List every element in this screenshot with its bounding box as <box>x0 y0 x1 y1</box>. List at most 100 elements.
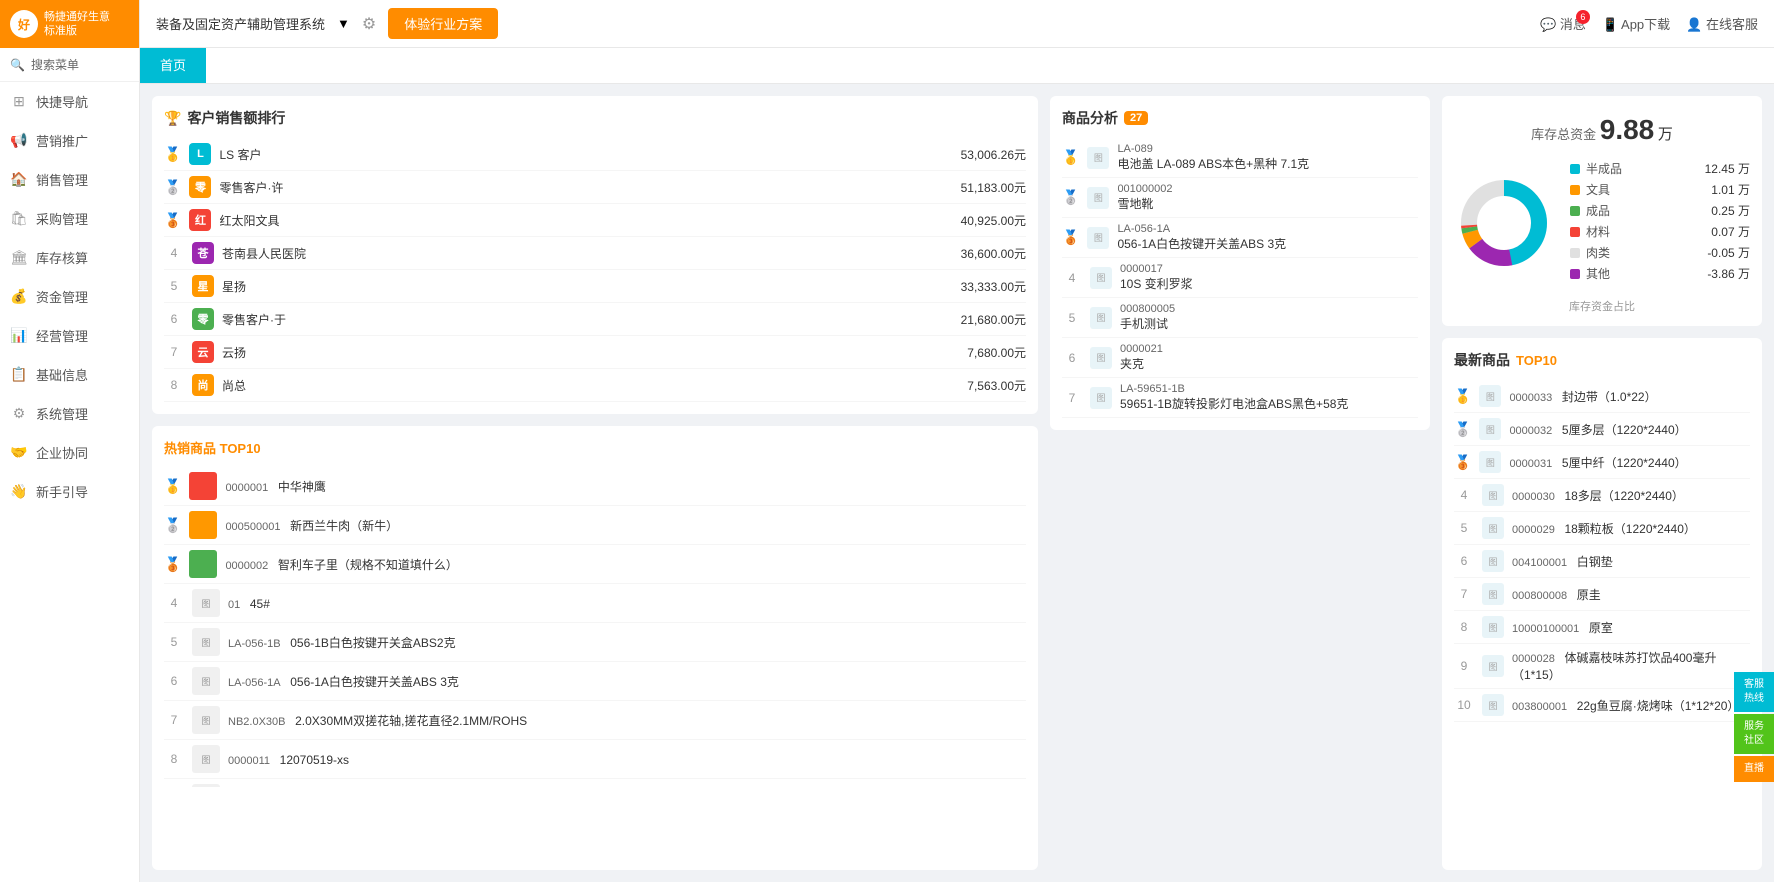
customer-name: LS 客户 <box>219 146 952 163</box>
new-product-name: 18颗粒板（1220*2440） <box>1564 522 1695 536</box>
product-name: 10S 变利罗浆 <box>1120 275 1418 292</box>
new-products-card: 最新商品 TOP10 🥇 图 0000033 封边带（1.0*22） 🥈 图 0… <box>1442 338 1762 870</box>
legend-color-dot <box>1570 164 1580 174</box>
gold-medal-icon: 🥇 <box>164 478 181 495</box>
sidebar-item-新手引导[interactable]: 👋新手引导 <box>0 472 139 511</box>
float-btn-1[interactable]: 服务社区 <box>1734 714 1774 754</box>
customer-badge: 零 <box>189 176 211 198</box>
legend-item: 成品 0.25 万 <box>1570 202 1750 219</box>
product-name: 056-1B白色按键开关盒ABS2克 <box>290 636 455 650</box>
customer-name: 零售客户·于 <box>222 311 953 328</box>
customer-amount: 40,925.00元 <box>961 212 1026 229</box>
sidebar-item-经营管理[interactable]: 📊经营管理 <box>0 316 139 355</box>
table-row: 5 图 000800005 手机测试 <box>1062 298 1418 338</box>
gear-icon[interactable]: ⚙ <box>362 14 376 34</box>
product-code: 0000021 <box>1120 343 1418 355</box>
product-code: 0000017 <box>1120 263 1418 275</box>
online-service-button[interactable]: 👤 在线客服 <box>1686 14 1758 33</box>
legend-color-dot <box>1570 206 1580 216</box>
gold-medal-icon: 🥇 <box>1454 388 1471 405</box>
nav-icon: 👋 <box>10 483 28 501</box>
app-download-button[interactable]: 📱 App下载 <box>1602 14 1670 33</box>
product-code: 001000002 <box>1117 183 1418 195</box>
product-name: 夹克 <box>1120 355 1418 372</box>
new-product-name: 封边带（1.0*22） <box>1562 390 1657 404</box>
new-products-list: 🥇 图 0000033 封边带（1.0*22） 🥈 图 0000032 5厘多层… <box>1454 380 1750 858</box>
sidebar-item-基础信息[interactable]: 📋基础信息 <box>0 355 139 394</box>
bronze-medal-icon: 🥉 <box>164 556 181 573</box>
table-row: 4 苍 苍南县人民医院 36,600.00元 <box>164 237 1026 270</box>
inventory-card: 库存总资金 9.88 万 <box>1442 96 1762 326</box>
new-product-img: 图 <box>1479 451 1501 473</box>
message-button[interactable]: 💬 消息 6 <box>1540 14 1586 33</box>
product-code: 01 <box>228 599 240 611</box>
list-item: 4 图 01 45# <box>164 584 1026 623</box>
bronze-medal-icon: 🥉 <box>164 212 181 229</box>
new-product-code: 000800008 <box>1512 590 1567 602</box>
nav-icon: 💰 <box>10 288 28 306</box>
product-name: 电池盖 LA-089 ABS本色+黑种 7.1克 <box>1117 155 1418 172</box>
product-code: NB2.0X30B <box>228 716 285 728</box>
hot-products-list: 🥇 0000001 中华神鹰 🥈 000500001 新西兰牛肉（新牛） 🥉 0… <box>164 467 1026 787</box>
sidebar-item-营销推广[interactable]: 📢营销推广 <box>0 121 139 160</box>
sidebar-item-销售管理[interactable]: 🏠销售管理 <box>0 160 139 199</box>
legend-name: 成品 <box>1586 202 1705 219</box>
customer-name: 苍南县人民医院 <box>222 245 953 262</box>
product-placeholder-img: 图 <box>1090 307 1112 329</box>
sidebar-nav: ⊞快捷导航📢营销推广🏠销售管理🛍采购管理🏛库存核算💰资金管理📊经营管理📋基础信息… <box>0 82 139 882</box>
customer-name: 零售客户·许 <box>219 179 952 196</box>
trial-button[interactable]: 体验行业方案 <box>388 8 498 39</box>
table-row: 6 图 0000021 夹克 <box>1062 338 1418 378</box>
table-row: 🥉 红 红太阳文具 40,925.00元 <box>164 204 1026 237</box>
float-btn-0[interactable]: 客服热线 <box>1734 672 1774 712</box>
sidebar-item-采购管理[interactable]: 🛍采购管理 <box>0 199 139 238</box>
float-btn-2[interactable]: 直播 <box>1734 756 1774 782</box>
customer-ranking-title: 🏆 客户销售额排行 <box>164 108 1026 128</box>
sidebar-search[interactable]: 🔍 搜索菜单 <box>0 48 139 82</box>
new-product-code: 10000100001 <box>1512 623 1579 635</box>
list-item: 4 图 0000030 18多层（1220*2440） <box>1454 479 1750 512</box>
product-placeholder-img: 图 <box>1090 347 1112 369</box>
customer-amount: 21,680.00元 <box>961 311 1026 328</box>
sidebar-item-企业协同[interactable]: 🤝企业协同 <box>0 433 139 472</box>
customer-amount: 51,183.00元 <box>961 179 1026 196</box>
legend-value: 1.01 万 <box>1711 181 1750 198</box>
sidebar-item-系统管理[interactable]: ⚙系统管理 <box>0 394 139 433</box>
sidebar-item-库存核算[interactable]: 🏛库存核算 <box>0 238 139 277</box>
gold-medal-icon: 🥇 <box>164 146 181 163</box>
logo-text: 畅捷通好生意 标准版 <box>44 10 110 39</box>
table-row: 🥇 L LS 客户 53,006.26元 <box>164 138 1026 171</box>
list-item: 🥉 图 0000031 5厘中纤（1220*2440） <box>1454 446 1750 479</box>
legend-item: 肉类 -0.05 万 <box>1570 244 1750 261</box>
inventory-label: 库存资金占比 <box>1454 298 1750 314</box>
hot-products-title: 热销商品 TOP10 <box>164 438 1026 457</box>
inventory-legend: 半成品 12.45 万 文具 1.01 万 成品 0.25 万 材料 0.07 … <box>1570 160 1750 286</box>
nav-icon: ⚙ <box>10 405 28 423</box>
new-product-code: 0000032 <box>1509 425 1552 437</box>
product-img-placeholder: 图 <box>192 745 220 773</box>
new-product-code: 004100001 <box>1512 557 1567 569</box>
product-name: 新西兰牛肉（新牛） <box>290 519 398 533</box>
silver-medal-icon: 🥈 <box>164 179 181 196</box>
nav-icon: 🤝 <box>10 444 28 462</box>
topbar-dropdown[interactable]: ▼ <box>337 16 350 31</box>
nav-icon: 📊 <box>10 327 28 345</box>
legend-item: 文具 1.01 万 <box>1570 181 1750 198</box>
customer-ranking-card: 🏆 客户销售额排行 🥇 L LS 客户 53,006.26元 🥈 零 零售客户·… <box>152 96 1038 414</box>
silver-medal-icon: 🥈 <box>1454 421 1471 438</box>
product-name: 056-1A白色按键开关盖ABS 3克 <box>290 675 459 689</box>
new-product-img: 图 <box>1482 655 1504 677</box>
product-img <box>189 472 217 500</box>
logo-icon: 好 <box>10 10 38 38</box>
customer-badge: L <box>189 143 211 165</box>
search-icon: 🔍 <box>10 58 25 72</box>
tab-home[interactable]: 首页 <box>140 48 206 83</box>
list-item: 🥈 图 0000032 5厘多层（1220*2440） <box>1454 413 1750 446</box>
sidebar-item-快捷导航[interactable]: ⊞快捷导航 <box>0 82 139 121</box>
table-row: 7 图 LA-59651-1B 59651-1B旋转投影灯电池盒ABS黑色+58… <box>1062 378 1418 418</box>
sidebar-item-资金管理[interactable]: 💰资金管理 <box>0 277 139 316</box>
new-product-name: 白钢垫 <box>1577 555 1613 569</box>
silver-medal-icon: 🥈 <box>164 517 181 534</box>
legend-color-dot <box>1570 227 1580 237</box>
list-item: 5 图 0000029 18颗粒板（1220*2440） <box>1454 512 1750 545</box>
